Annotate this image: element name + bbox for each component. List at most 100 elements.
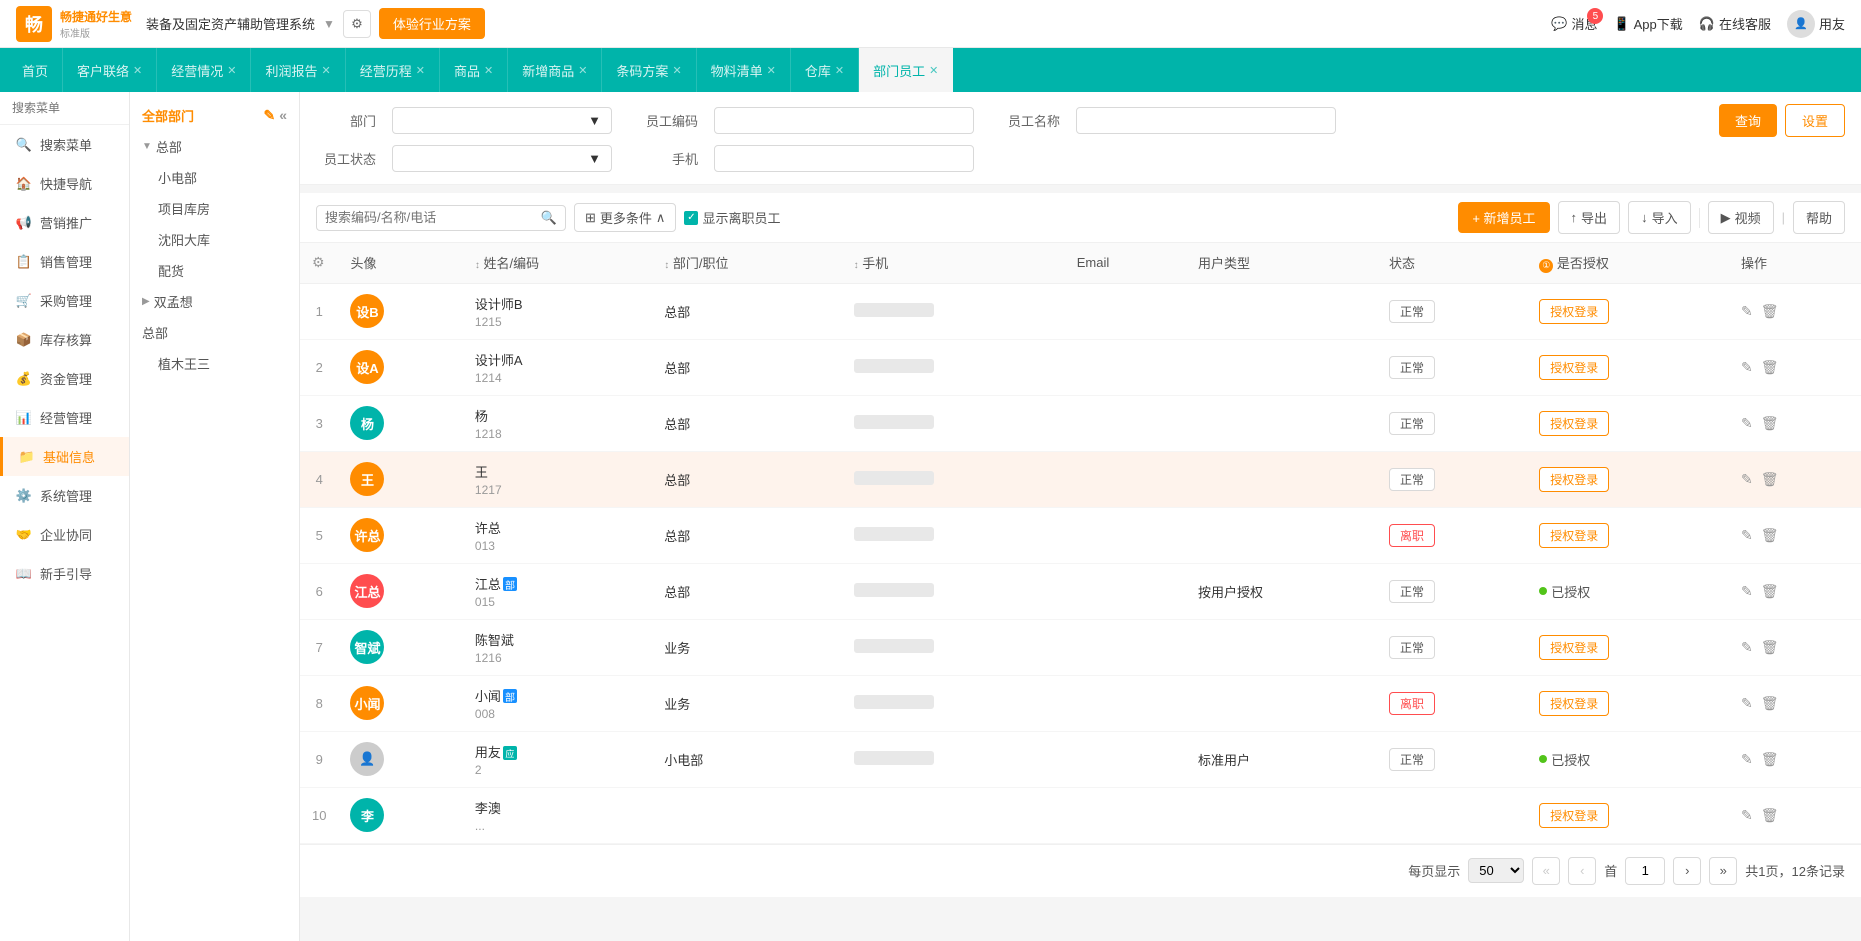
phone-input[interactable] — [714, 145, 974, 172]
nav-tab-profit[interactable]: 利润报告✕ — [251, 48, 345, 92]
edit-icon[interactable]: ✎ — [1741, 583, 1753, 600]
delete-icon[interactable]: 🗑 — [1761, 303, 1779, 320]
auth-button[interactable]: 授权登录 — [1539, 411, 1609, 436]
gear-button[interactable]: ⚙ — [343, 10, 371, 38]
nav-tab-process[interactable]: 经营历程✕ — [346, 48, 440, 92]
page-input[interactable] — [1625, 857, 1665, 885]
show-resigned-toggle[interactable]: 显示离职员工 — [684, 208, 780, 227]
next-page-button[interactable]: › — [1673, 857, 1701, 885]
dept-node-peihuodept[interactable]: 配货 — [130, 255, 299, 286]
sidebar-search-input[interactable] — [12, 101, 130, 115]
nav-tab-staff[interactable]: 部门员工✕ — [859, 48, 953, 92]
nav-tab-materials[interactable]: 物料清单✕ — [697, 48, 791, 92]
sidebar-item-purchase[interactable]: 🛒采购管理 — [0, 281, 129, 320]
dept-node-zhuwangsan[interactable]: 植木王三 — [130, 348, 299, 379]
tab-close-icon[interactable]: ✕ — [322, 64, 331, 77]
delete-icon[interactable]: 🗑 — [1761, 695, 1779, 712]
nav-tab-newgoods[interactable]: 新增商品✕ — [508, 48, 602, 92]
dept-filter-select[interactable]: ▼ — [392, 107, 612, 134]
nav-tab-home[interactable]: 首页 — [8, 48, 63, 92]
emp-code-input[interactable] — [714, 107, 974, 134]
nav-tab-barcode[interactable]: 条码方案✕ — [602, 48, 696, 92]
emp-name-input[interactable] — [1076, 107, 1336, 134]
add-employee-button[interactable]: + 新增员工 — [1458, 202, 1549, 233]
tab-close-icon[interactable]: ✕ — [227, 64, 236, 77]
delete-icon[interactable]: 🗑 — [1761, 415, 1779, 432]
search-input[interactable] — [325, 210, 541, 225]
more-condition-button[interactable]: ⊞ 更多条件 ∧ — [574, 203, 676, 232]
sidebar-item-basic[interactable]: 📁基础信息 — [0, 437, 129, 476]
auth-button[interactable]: 授权登录 — [1539, 299, 1609, 324]
tab-close-icon[interactable]: ✕ — [578, 64, 587, 77]
tab-close-icon[interactable]: ✕ — [133, 64, 142, 77]
dept-node-zongbu2[interactable]: 总部 — [130, 317, 299, 348]
auth-button[interactable]: 授权登录 — [1539, 523, 1609, 548]
dept-node-shuangmeng[interactable]: ▶双孟想 — [130, 286, 299, 317]
edit-icon[interactable]: ✎ — [1741, 695, 1753, 712]
online-service-button[interactable]: 🎧 在线客服 — [1699, 14, 1771, 33]
edit-icon[interactable]: ✎ — [1741, 471, 1753, 488]
dept-node-zongbu[interactable]: ▼总部 — [130, 131, 299, 162]
nav-tab-goods[interactable]: 商品✕ — [440, 48, 508, 92]
tab-close-icon[interactable]: ✕ — [767, 64, 776, 77]
dept-node-shenyang[interactable]: 沈阳大库 — [130, 224, 299, 255]
sidebar-item-guide[interactable]: 📖新手引导 — [0, 554, 129, 593]
edit-icon[interactable]: ✎ — [1741, 527, 1753, 544]
prev-page-button[interactable]: ‹ — [1568, 857, 1596, 885]
video-button[interactable]: ▶ 视频 — [1708, 201, 1774, 234]
nav-tab-customer[interactable]: 客户联络✕ — [63, 48, 157, 92]
edit-icon[interactable]: ✎ — [1741, 751, 1753, 768]
delete-icon[interactable]: 🗑 — [1761, 583, 1779, 600]
help-button[interactable]: 帮助 — [1793, 201, 1845, 234]
edit-icon[interactable]: ✎ — [1741, 359, 1753, 376]
auth-button[interactable]: 授权登录 — [1539, 635, 1609, 660]
delete-icon[interactable]: 🗑 — [1761, 639, 1779, 656]
tab-close-icon[interactable]: ✕ — [484, 64, 493, 77]
first-page-button[interactable]: « — [1532, 857, 1560, 885]
tab-close-icon[interactable]: ✕ — [835, 64, 844, 77]
sidebar-item-marketing[interactable]: 📢营销推广 — [0, 203, 129, 242]
edit-icon[interactable]: ✎ — [1741, 415, 1753, 432]
emp-status-select[interactable]: ▼ — [392, 145, 612, 172]
page-size-select[interactable]: 50 100 — [1468, 858, 1524, 883]
dept-collapse-icon[interactable]: « — [279, 107, 287, 124]
auth-button[interactable]: 授权登录 — [1539, 691, 1609, 716]
sidebar-item-quick-nav[interactable]: 🏠快捷导航 — [0, 164, 129, 203]
delete-icon[interactable]: 🗑 — [1761, 527, 1779, 544]
app-download-button[interactable]: 📱 App下载 — [1613, 14, 1682, 33]
sidebar-item-inventory[interactable]: 📦库存核算 — [0, 320, 129, 359]
sidebar-item-system[interactable]: ⚙️系统管理 — [0, 476, 129, 515]
user-menu[interactable]: 👤 用友 — [1787, 10, 1845, 38]
auth-button[interactable]: 授权登录 — [1539, 355, 1609, 380]
tab-close-icon[interactable]: ✕ — [672, 64, 681, 77]
set-button[interactable]: 设置 — [1785, 104, 1845, 137]
import-button[interactable]: ↓ 导入 — [1628, 201, 1691, 234]
auth-button[interactable]: 授权登录 — [1539, 803, 1609, 828]
sidebar-item-finance[interactable]: 💰资金管理 — [0, 359, 129, 398]
sidebar-item-search-menu[interactable]: 🔍搜索菜单 — [0, 125, 129, 164]
query-button[interactable]: 查询 — [1719, 104, 1777, 137]
tab-close-icon[interactable]: ✕ — [929, 64, 938, 77]
sidebar-item-operations[interactable]: 📊经营管理 — [0, 398, 129, 437]
dept-edit-icon[interactable]: ✎ — [263, 107, 275, 124]
auth-button[interactable]: 授权登录 — [1539, 467, 1609, 492]
message-button[interactable]: 💬 消息 5 — [1551, 14, 1597, 33]
dept-node-xiaodiandept[interactable]: 小电部 — [130, 162, 299, 193]
trial-button[interactable]: 体验行业方案 — [379, 8, 485, 39]
export-button[interactable]: ↑ 导出 — [1558, 201, 1621, 234]
sidebar-item-sales[interactable]: 📋销售管理 — [0, 242, 129, 281]
sidebar-item-collab[interactable]: 🤝企业协同 — [0, 515, 129, 554]
delete-icon[interactable]: 🗑 — [1761, 751, 1779, 768]
nav-tab-business[interactable]: 经营情况✕ — [157, 48, 251, 92]
edit-icon[interactable]: ✎ — [1741, 807, 1753, 824]
resigned-checkbox[interactable] — [684, 211, 698, 225]
delete-icon[interactable]: 🗑 — [1761, 471, 1779, 488]
edit-icon[interactable]: ✎ — [1741, 303, 1753, 320]
last-page-button[interactable]: » — [1709, 857, 1737, 885]
dept-node-project[interactable]: 项目库房 — [130, 193, 299, 224]
tab-close-icon[interactable]: ✕ — [416, 64, 425, 77]
delete-icon[interactable]: 🗑 — [1761, 359, 1779, 376]
delete-icon[interactable]: 🗑 — [1761, 807, 1779, 824]
edit-icon[interactable]: ✎ — [1741, 639, 1753, 656]
nav-tab-warehouse[interactable]: 仓库✕ — [791, 48, 859, 92]
